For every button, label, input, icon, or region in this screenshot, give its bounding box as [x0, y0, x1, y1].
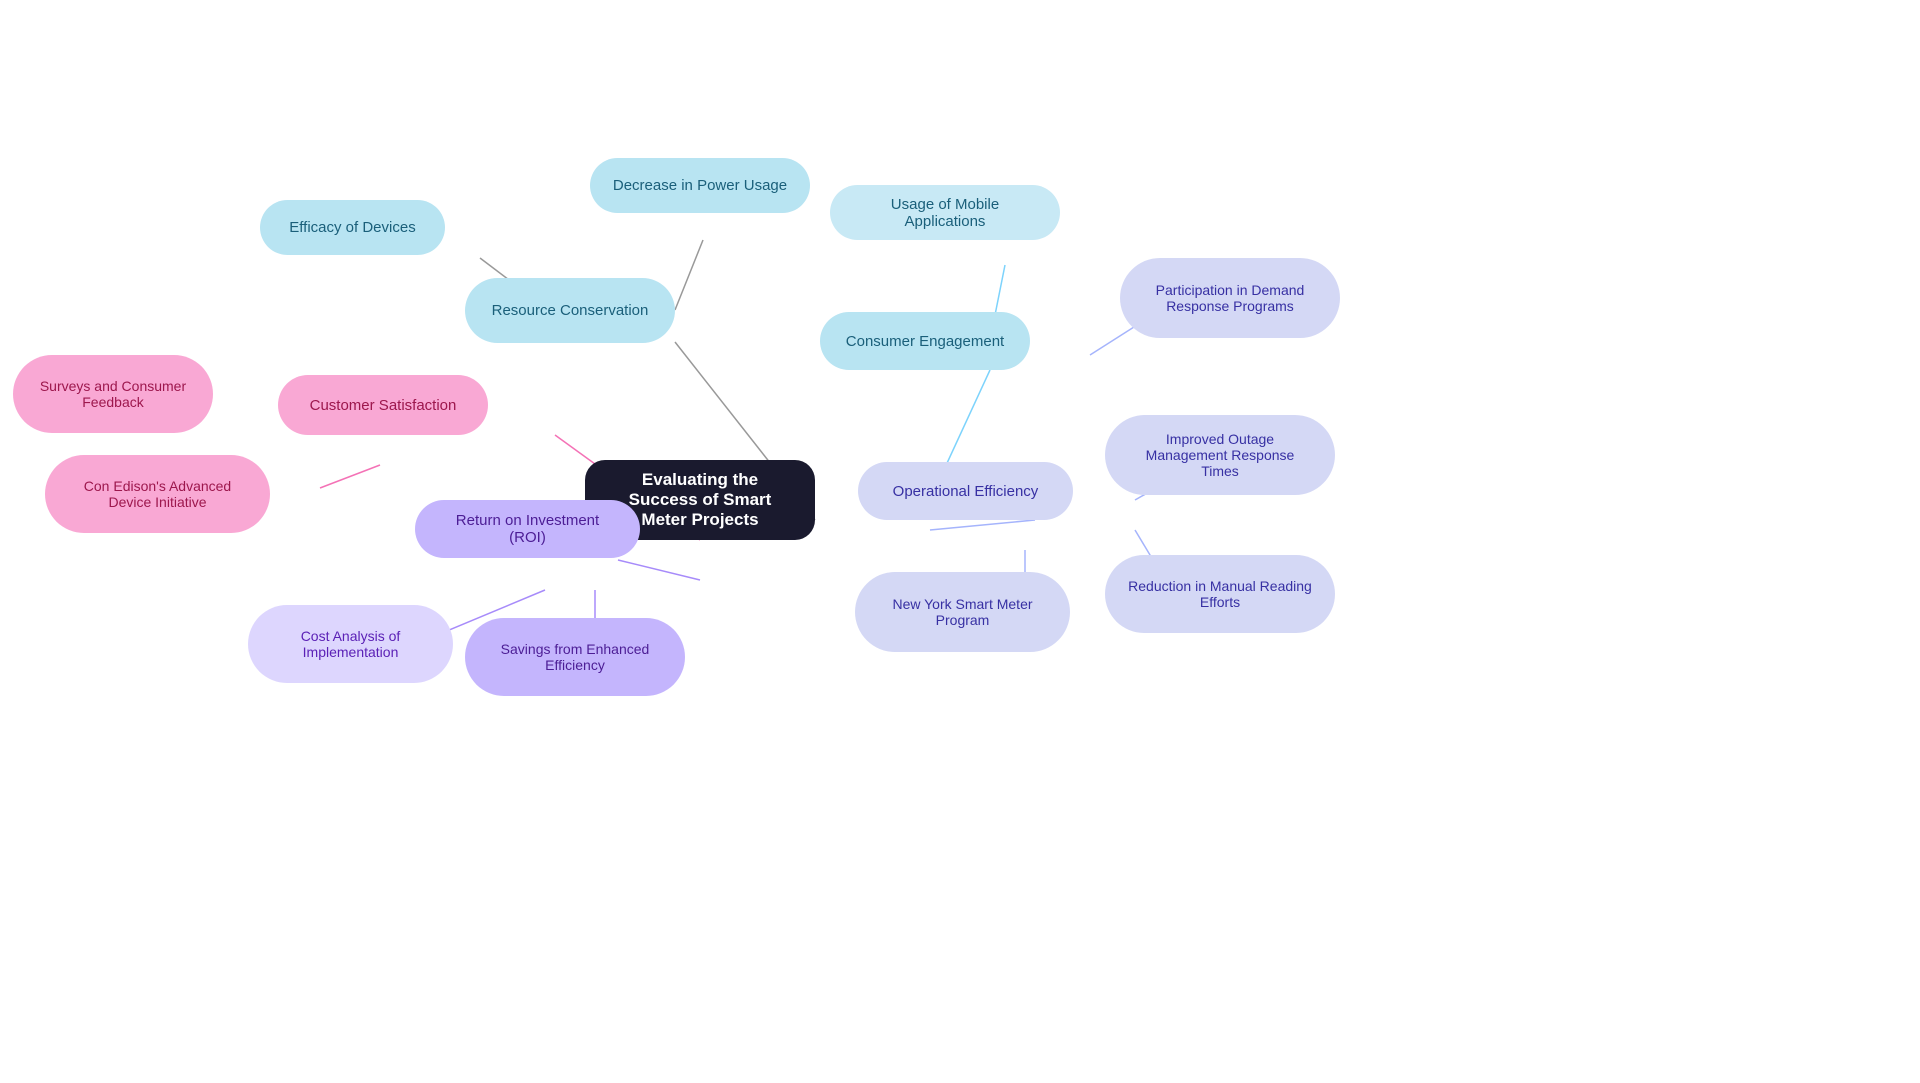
decrease-power-node[interactable]: Decrease in Power Usage — [590, 158, 810, 213]
improved-outage-node[interactable]: Improved Outage Management Response Time… — [1105, 415, 1335, 495]
resource-conservation-node[interactable]: Resource Conservation — [465, 278, 675, 343]
usage-mobile-node[interactable]: Usage of Mobile Applications — [830, 185, 1060, 240]
operational-efficiency-node[interactable]: Operational Efficiency — [858, 462, 1073, 520]
consumer-engagement-node[interactable]: Consumer Engagement — [820, 312, 1030, 370]
customer-satisfaction-node[interactable]: Customer Satisfaction — [278, 375, 488, 435]
surveys-feedback-node[interactable]: Surveys and Consumer Feedback — [13, 355, 213, 433]
con-edison-node[interactable]: Con Edison's Advanced Device Initiative — [45, 455, 270, 533]
savings-node[interactable]: Savings from Enhanced Efficiency — [465, 618, 685, 696]
roi-node[interactable]: Return on Investment (ROI) — [415, 500, 640, 558]
reduction-manual-node[interactable]: Reduction in Manual Reading Efforts — [1105, 555, 1335, 633]
efficacy-devices-node[interactable]: Efficacy of Devices — [260, 200, 445, 255]
cost-analysis-node[interactable]: Cost Analysis of Implementation — [248, 605, 453, 683]
new-york-node[interactable]: New York Smart Meter Program — [855, 572, 1070, 652]
participation-demand-node[interactable]: Participation in Demand Response Program… — [1120, 258, 1340, 338]
